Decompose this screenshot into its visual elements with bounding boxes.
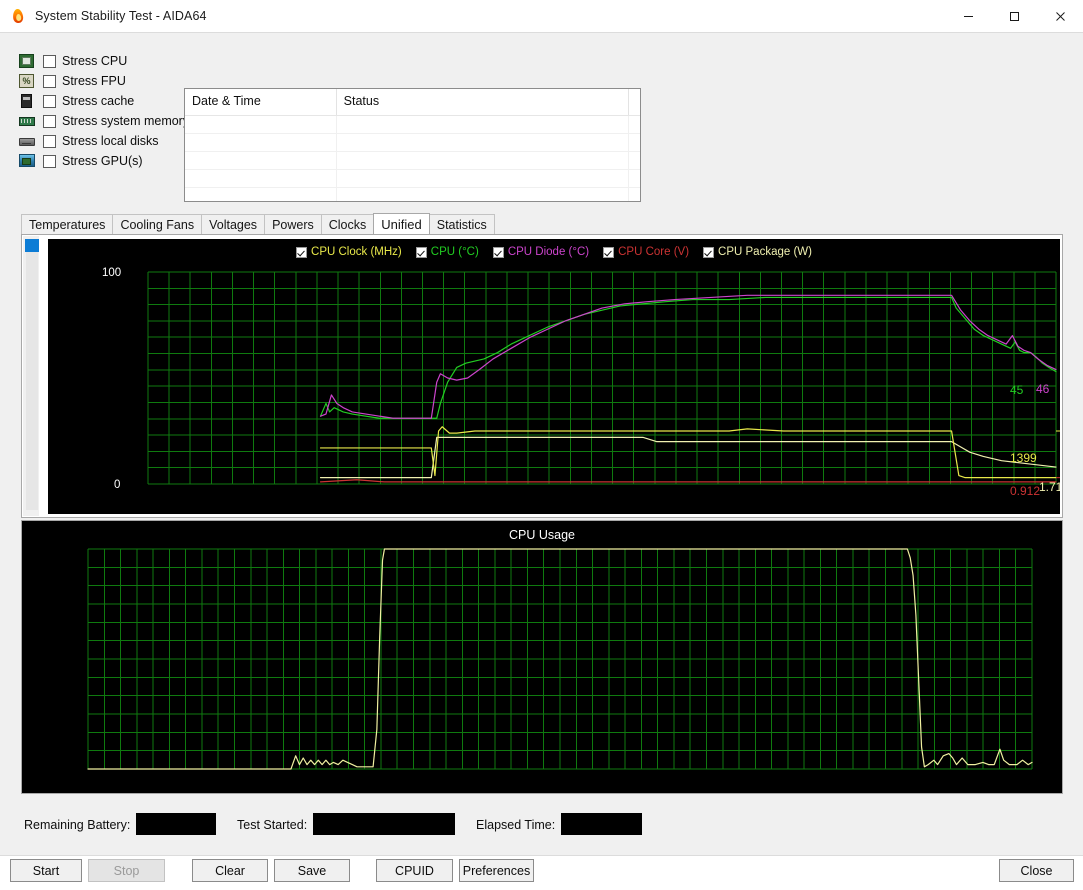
- stress-option-fpu[interactable]: % Stress FPU: [19, 71, 194, 91]
- cpu-chip-icon: [19, 53, 37, 69]
- window-title-bar: System Stability Test - AIDA64: [0, 0, 1083, 33]
- stress-option-label: Stress cache: [62, 94, 135, 108]
- stress-option-label: Stress system memory: [62, 114, 190, 128]
- table-row[interactable]: [185, 170, 640, 188]
- event-log-header: Date & Time Status: [185, 89, 640, 116]
- stress-cache-checkbox[interactable]: [43, 94, 56, 108]
- y-axis-tick-top: 100: [102, 267, 122, 279]
- tab-unified[interactable]: Unified: [373, 213, 430, 234]
- close-button[interactable]: Close: [999, 859, 1074, 882]
- table-row[interactable]: [185, 152, 640, 170]
- cpu-usage-panel: CPU Usage 100% 0% 3%: [21, 520, 1063, 794]
- legend-item-cpu-core[interactable]: CPU Core (V): [603, 246, 689, 258]
- scrollbar-track[interactable]: [26, 250, 38, 510]
- table-row[interactable]: [185, 116, 640, 134]
- stress-option-gpus[interactable]: Stress GPU(s): [19, 151, 194, 171]
- legend-label: CPU Diode (°C): [507, 246, 590, 258]
- stress-option-cache[interactable]: Stress cache: [19, 91, 194, 111]
- tab-cooling-fans[interactable]: Cooling Fans: [112, 214, 203, 234]
- graph-tabs: Temperatures Cooling Fans Voltages Power…: [21, 213, 1063, 235]
- stress-cpu-checkbox[interactable]: [43, 54, 56, 68]
- stress-option-system-memory[interactable]: Stress system memory: [19, 111, 194, 131]
- legend-item-cpu-package[interactable]: CPU Package (W): [703, 246, 812, 258]
- elapsed-time-label: Elapsed Time:: [476, 818, 556, 832]
- button-bar: Start Stop Clear Save CPUID Preferences …: [0, 855, 1083, 890]
- hard-disk-icon: [19, 134, 37, 149]
- cpuid-button[interactable]: CPUID: [376, 859, 453, 882]
- column-header-spacer: [629, 89, 640, 115]
- stress-option-label: Stress CPU: [62, 54, 128, 68]
- test-started-label: Test Started:: [237, 818, 308, 832]
- elapsed-time-value: [561, 813, 642, 835]
- sensor-legend: CPU Clock (MHz) CPU (°C) CPU Diode (°C) …: [48, 246, 1060, 258]
- scrollbar-thumb[interactable]: [25, 239, 39, 252]
- tab-statistics[interactable]: Statistics: [428, 214, 495, 234]
- fpu-percent-icon: %: [19, 73, 37, 89]
- stress-option-label: Stress FPU: [62, 74, 126, 88]
- legend-label: CPU Package (W): [718, 246, 812, 258]
- event-log-list[interactable]: Date & Time Status: [184, 88, 641, 202]
- unified-plot-svg: [147, 271, 1060, 485]
- stop-button: Stop: [88, 859, 165, 882]
- stress-system-memory-checkbox[interactable]: [43, 114, 56, 128]
- memory-dimm-icon: [19, 114, 37, 129]
- value-label-cpu-package: 1.71: [1039, 480, 1060, 494]
- legend-item-cpu-temp[interactable]: CPU (°C): [415, 246, 479, 258]
- cpu-usage-title: CPU Usage: [509, 528, 575, 542]
- stress-local-disks-checkbox[interactable]: [43, 134, 56, 148]
- remaining-battery-value: [136, 813, 216, 835]
- tab-clocks[interactable]: Clocks: [320, 214, 375, 234]
- legend-checkbox[interactable]: [415, 246, 427, 258]
- window-title: System Stability Test - AIDA64: [35, 9, 207, 23]
- window-controls: [945, 0, 1083, 32]
- close-icon[interactable]: [1037, 0, 1083, 32]
- table-row[interactable]: [185, 188, 640, 201]
- cpu-usage-plot-svg: [87, 548, 1033, 770]
- preferences-button[interactable]: Preferences: [459, 859, 534, 882]
- legend-checkbox[interactable]: [296, 246, 308, 258]
- unified-graph-panel: CPU Clock (MHz) CPU (°C) CPU Diode (°C) …: [21, 235, 1063, 518]
- legend-label: CPU Core (V): [618, 246, 690, 258]
- table-row[interactable]: [185, 134, 640, 152]
- unified-sensor-plot: CPU Clock (MHz) CPU (°C) CPU Diode (°C) …: [48, 239, 1060, 514]
- cache-chip-icon: [19, 93, 37, 109]
- clear-button[interactable]: Clear: [192, 859, 268, 882]
- stress-gpus-checkbox[interactable]: [43, 154, 56, 168]
- status-bar: Remaining Battery: Test Started: Elapsed…: [0, 811, 1083, 841]
- legend-item-cpu-diode[interactable]: CPU Diode (°C): [492, 246, 590, 258]
- start-button[interactable]: Start: [10, 859, 82, 882]
- test-started-value: [313, 813, 455, 835]
- tab-powers[interactable]: Powers: [264, 214, 322, 234]
- stress-option-label: Stress GPU(s): [62, 154, 143, 168]
- legend-checkbox[interactable]: [603, 246, 615, 258]
- stress-fpu-checkbox[interactable]: [43, 74, 56, 88]
- legend-label: CPU (°C): [430, 246, 479, 258]
- main-content: Stress CPU % Stress FPU Stress cache Str…: [0, 32, 1083, 882]
- maximize-icon[interactable]: [991, 0, 1037, 32]
- value-label-cpu-core: 0.912: [1010, 484, 1041, 498]
- y-axis-tick-bottom: 0: [114, 479, 121, 491]
- tab-temperatures[interactable]: Temperatures: [21, 214, 114, 234]
- remaining-battery-label: Remaining Battery:: [24, 818, 131, 832]
- minimize-icon[interactable]: [945, 0, 991, 32]
- value-label-cpu-temp: 45: [1010, 383, 1024, 397]
- stress-option-label: Stress local disks: [62, 134, 159, 148]
- legend-item-cpu-clock[interactable]: CPU Clock (MHz): [296, 246, 402, 258]
- stress-option-local-disks[interactable]: Stress local disks: [19, 131, 194, 151]
- legend-label: CPU Clock (MHz): [311, 246, 402, 258]
- value-label-cpu-clock: 1399: [1010, 451, 1037, 465]
- flame-icon: [10, 8, 26, 24]
- stress-option-cpu[interactable]: Stress CPU: [19, 51, 194, 71]
- legend-checkbox[interactable]: [492, 246, 504, 258]
- value-label-cpu-diode: 46: [1036, 382, 1050, 396]
- save-button[interactable]: Save: [274, 859, 350, 882]
- stress-options-list: Stress CPU % Stress FPU Stress cache Str…: [19, 51, 194, 171]
- column-header-date-time[interactable]: Date & Time: [185, 89, 337, 115]
- legend-checkbox[interactable]: [703, 246, 715, 258]
- column-header-status[interactable]: Status: [337, 89, 630, 115]
- graph-vertical-scrollbar[interactable]: [23, 236, 40, 516]
- tab-voltages[interactable]: Voltages: [201, 214, 266, 234]
- gpu-card-icon: [19, 153, 37, 169]
